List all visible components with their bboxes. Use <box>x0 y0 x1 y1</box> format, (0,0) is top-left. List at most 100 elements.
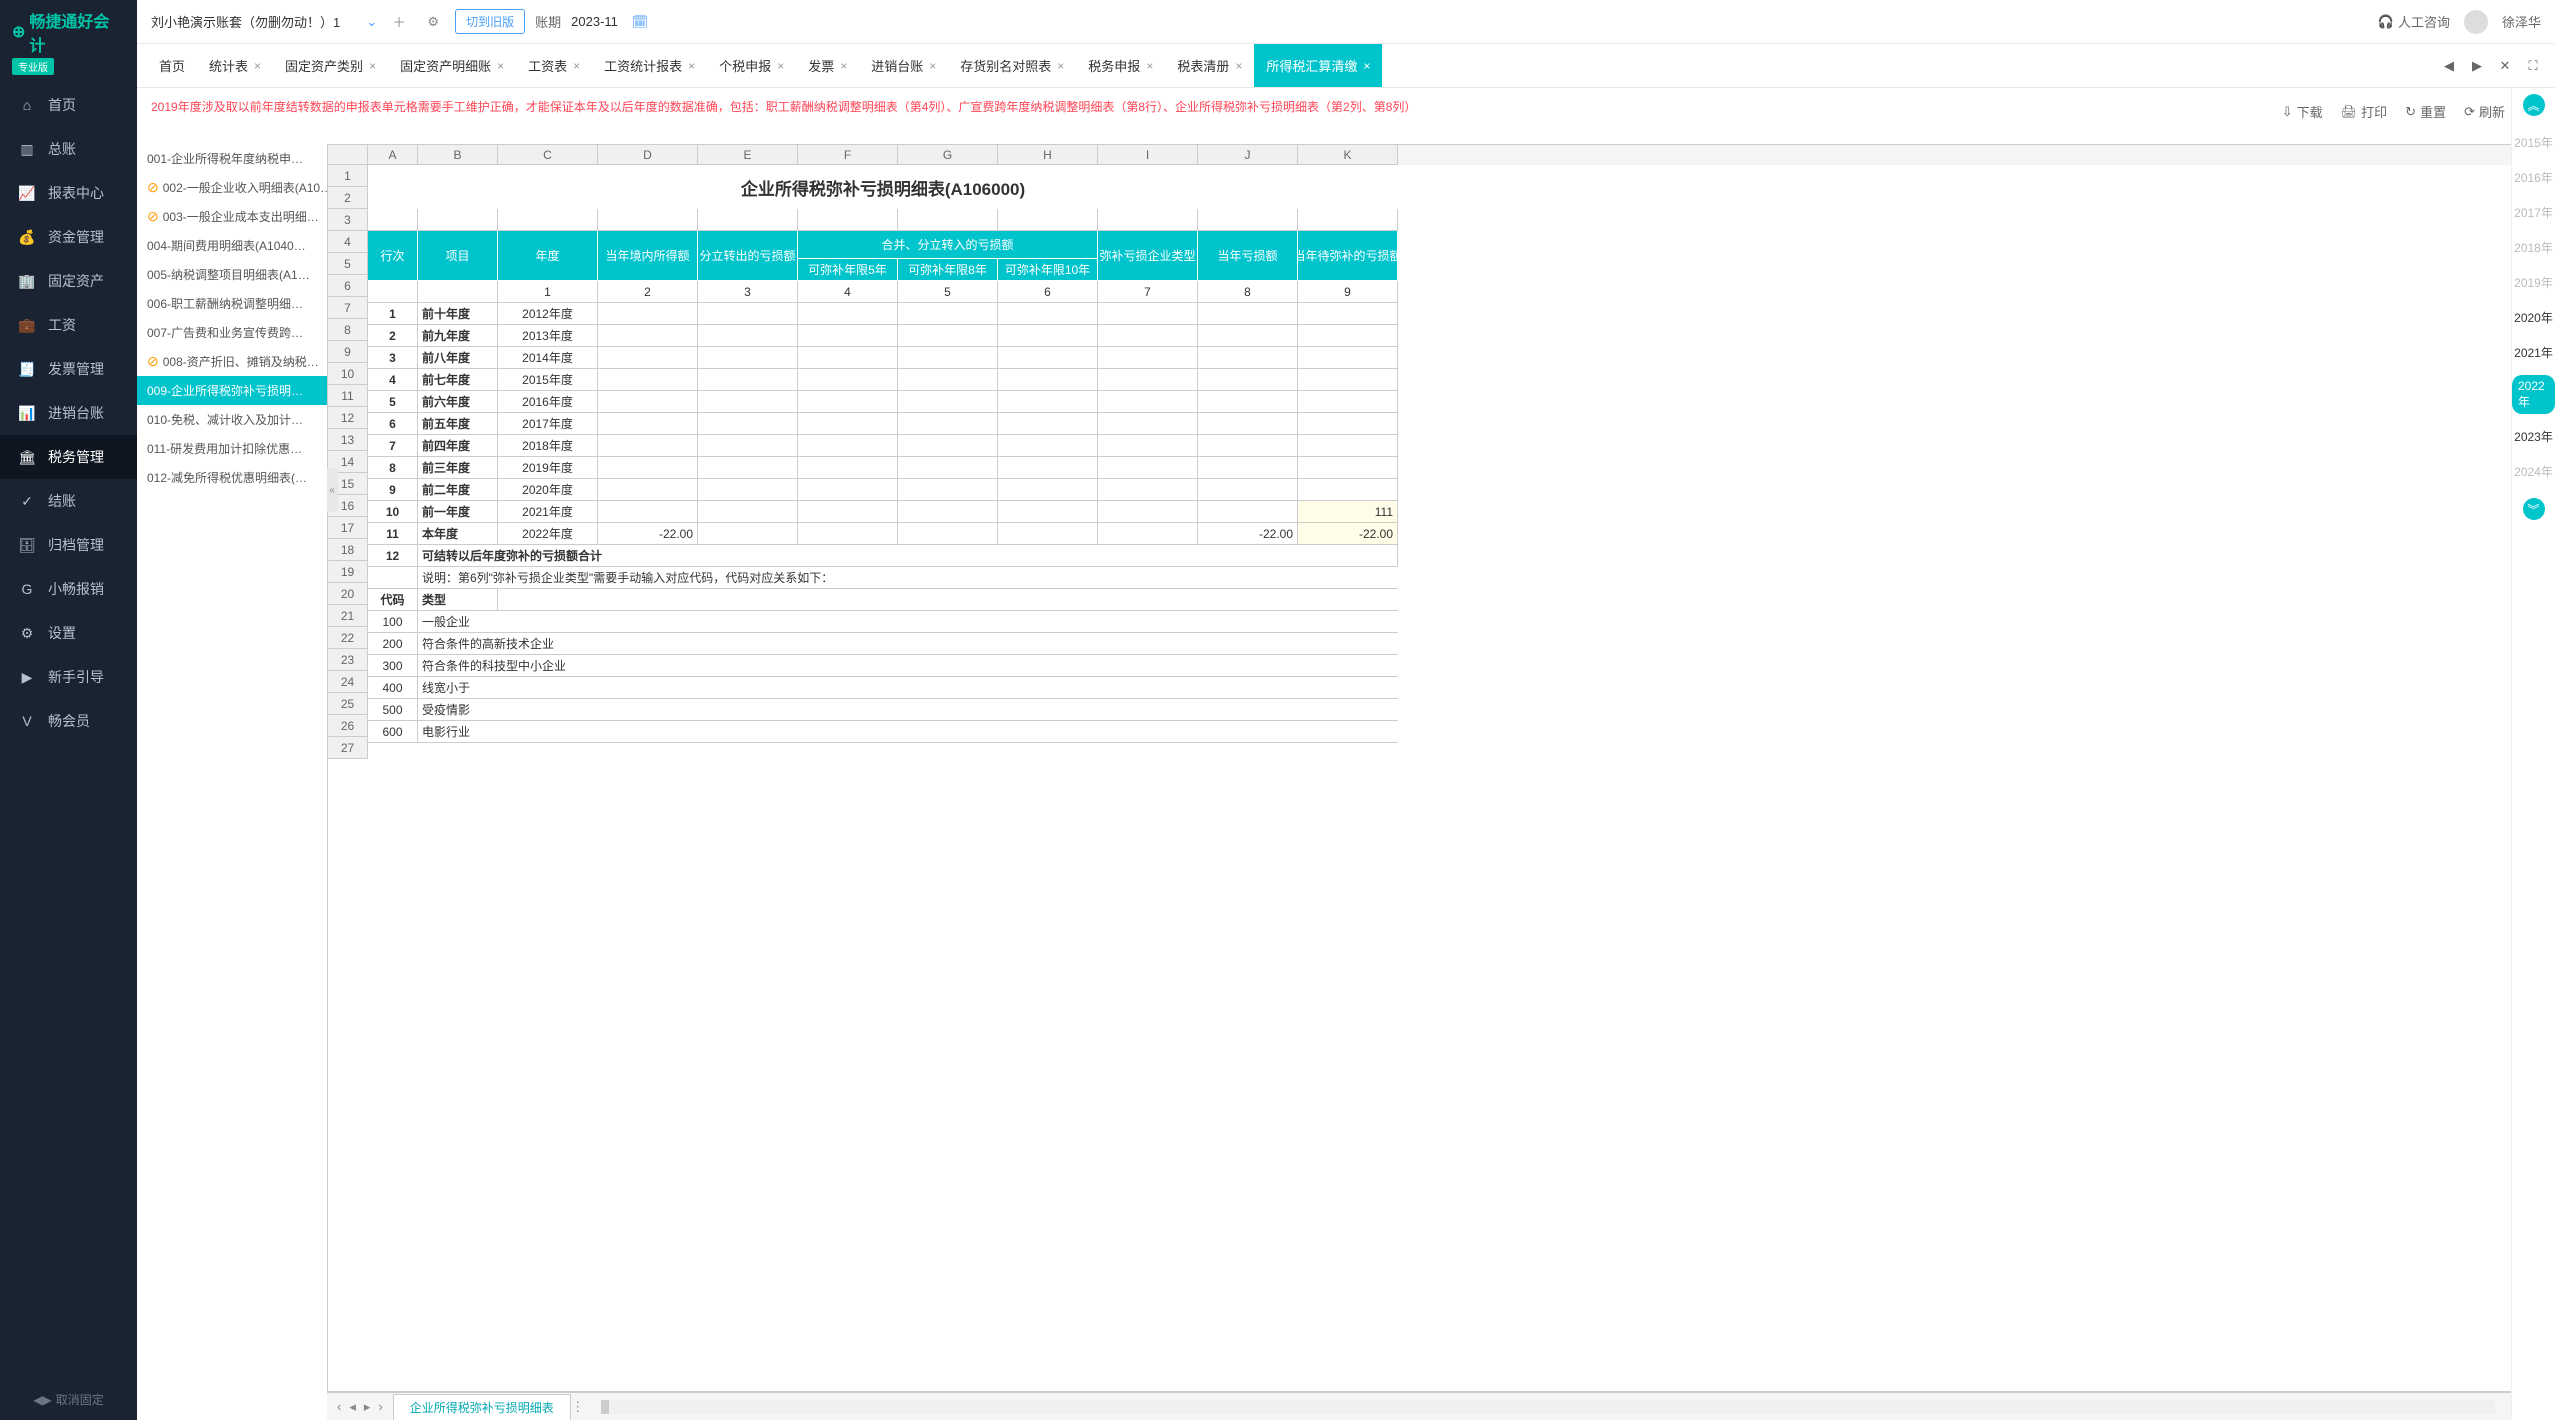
tab-close-icon[interactable]: × <box>573 59 580 73</box>
cell[interactable] <box>898 479 998 501</box>
cell[interactable] <box>1298 479 1398 501</box>
cell[interactable] <box>698 209 798 231</box>
row-header[interactable]: 9 <box>328 341 368 363</box>
nav-item-settings[interactable]: ⚙设置 <box>0 611 137 655</box>
cell[interactable] <box>1098 457 1198 479</box>
cell[interactable] <box>898 303 998 325</box>
cell[interactable] <box>598 303 698 325</box>
cell[interactable] <box>1198 347 1298 369</box>
col-header[interactable]: A <box>368 145 418 165</box>
year-up[interactable]: ︽ <box>2523 94 2545 116</box>
cell[interactable]: 6 <box>998 281 1098 303</box>
cell[interactable]: 符合条件的高新技术企业 <box>418 633 1398 655</box>
row-header[interactable]: 22 <box>328 627 368 649</box>
cell[interactable] <box>498 589 1398 611</box>
cell[interactable]: 4 <box>368 369 418 391</box>
cell[interactable] <box>598 413 698 435</box>
nav-item-home[interactable]: ⌂首页 <box>0 83 137 127</box>
cell[interactable] <box>1098 523 1198 545</box>
cell[interactable]: 2013年度 <box>498 325 598 347</box>
nav-item-guide[interactable]: ▶新手引导 <box>0 655 137 699</box>
cell[interactable] <box>798 523 898 545</box>
tab[interactable]: 首页 <box>147 44 197 87</box>
cell[interactable] <box>1098 479 1198 501</box>
cell[interactable] <box>698 457 798 479</box>
cell[interactable]: 2017年度 <box>498 413 598 435</box>
cell[interactable] <box>418 281 498 303</box>
cell[interactable] <box>498 209 598 231</box>
col-header[interactable]: I <box>1098 145 1198 165</box>
tree-item[interactable]: ⊘002-一般企业收入明细表(A10… <box>137 173 327 202</box>
add-icon[interactable]: ＋ <box>387 10 411 34</box>
cell[interactable] <box>1298 347 1398 369</box>
cell[interactable]: 7 <box>368 435 418 457</box>
cell[interactable] <box>998 457 1098 479</box>
cell[interactable] <box>1298 303 1398 325</box>
cell[interactable] <box>998 391 1098 413</box>
row-header[interactable]: 7 <box>328 297 368 319</box>
cell[interactable] <box>1198 501 1298 523</box>
tree-item[interactable]: 005-纳税调整项目明细表(A1… <box>137 260 327 289</box>
cell[interactable] <box>598 209 698 231</box>
cell[interactable]: 5 <box>898 281 998 303</box>
cell[interactable] <box>798 457 898 479</box>
account-selector[interactable]: 刘小艳演示账套（勿删勿动！）1 <box>151 12 340 31</box>
cell[interactable] <box>1198 413 1298 435</box>
cell[interactable] <box>698 391 798 413</box>
cell[interactable]: 前二年度 <box>418 479 498 501</box>
cell[interactable]: 500 <box>368 699 418 721</box>
col-header[interactable]: F <box>798 145 898 165</box>
row-header[interactable]: 27 <box>328 737 368 759</box>
cell[interactable]: 1 <box>498 281 598 303</box>
tab-close-icon[interactable]: × <box>1235 59 1242 73</box>
row-header[interactable]: 19 <box>328 561 368 583</box>
cell[interactable] <box>998 523 1098 545</box>
col-header[interactable]: J <box>1198 145 1298 165</box>
cell[interactable] <box>798 303 898 325</box>
fullscreen-icon[interactable]: ⛶ <box>2521 54 2545 78</box>
row-header[interactable]: 23 <box>328 649 368 671</box>
tree-item[interactable]: 004-期间费用明细表(A1040… <box>137 231 327 260</box>
tab-close-icon[interactable]: × <box>1057 59 1064 73</box>
tab[interactable]: 进销台账× <box>859 44 948 87</box>
sidebar-unpin[interactable]: ◀▶ 取消固定 <box>0 1379 137 1420</box>
cell[interactable] <box>698 303 798 325</box>
cell[interactable] <box>798 347 898 369</box>
cell[interactable] <box>998 209 1098 231</box>
cell[interactable] <box>1198 479 1298 501</box>
cell[interactable]: 前八年度 <box>418 347 498 369</box>
cell[interactable]: -22.00 <box>1198 523 1298 545</box>
nav-item-fund[interactable]: 💰资金管理 <box>0 215 137 259</box>
cell[interactable]: 600 <box>368 721 418 743</box>
cell[interactable] <box>998 369 1098 391</box>
tab[interactable]: 固定资产明细账× <box>388 44 516 87</box>
sheet-tab[interactable]: 企业所得税弥补亏损明细表 <box>393 1394 571 1420</box>
cell[interactable]: 2 <box>598 281 698 303</box>
cell[interactable] <box>1298 413 1398 435</box>
nav-item-close[interactable]: ✓结账 <box>0 479 137 523</box>
consult-button[interactable]: 🎧 人工咨询 <box>2378 12 2450 31</box>
nav-item-vip[interactable]: V畅会员 <box>0 699 137 743</box>
cell[interactable]: 100 <box>368 611 418 633</box>
col-header[interactable]: C <box>498 145 598 165</box>
cell[interactable]: 400 <box>368 677 418 699</box>
cell[interactable] <box>998 479 1098 501</box>
cell[interactable] <box>1098 501 1198 523</box>
tab-close-icon[interactable]: × <box>840 59 847 73</box>
tree-item[interactable]: ⊘008-资产折旧、摊销及纳税… <box>137 347 327 376</box>
cell[interactable]: 前四年度 <box>418 435 498 457</box>
tab[interactable]: 税表清册× <box>1165 44 1254 87</box>
cell[interactable] <box>998 501 1098 523</box>
row-header[interactable]: 17 <box>328 517 368 539</box>
row-header[interactable]: 26 <box>328 715 368 737</box>
tree-item[interactable]: 012-减免所得税优惠明细表(… <box>137 463 327 492</box>
cell[interactable] <box>898 391 998 413</box>
cell[interactable] <box>598 369 698 391</box>
cell[interactable] <box>1098 391 1198 413</box>
cell[interactable] <box>998 303 1098 325</box>
cell[interactable] <box>598 391 698 413</box>
cell[interactable]: 4 <box>798 281 898 303</box>
cell[interactable]: 2012年度 <box>498 303 598 325</box>
cell[interactable]: 线宽小于 <box>418 677 1398 699</box>
year-option[interactable]: 2021年 <box>2514 340 2553 365</box>
